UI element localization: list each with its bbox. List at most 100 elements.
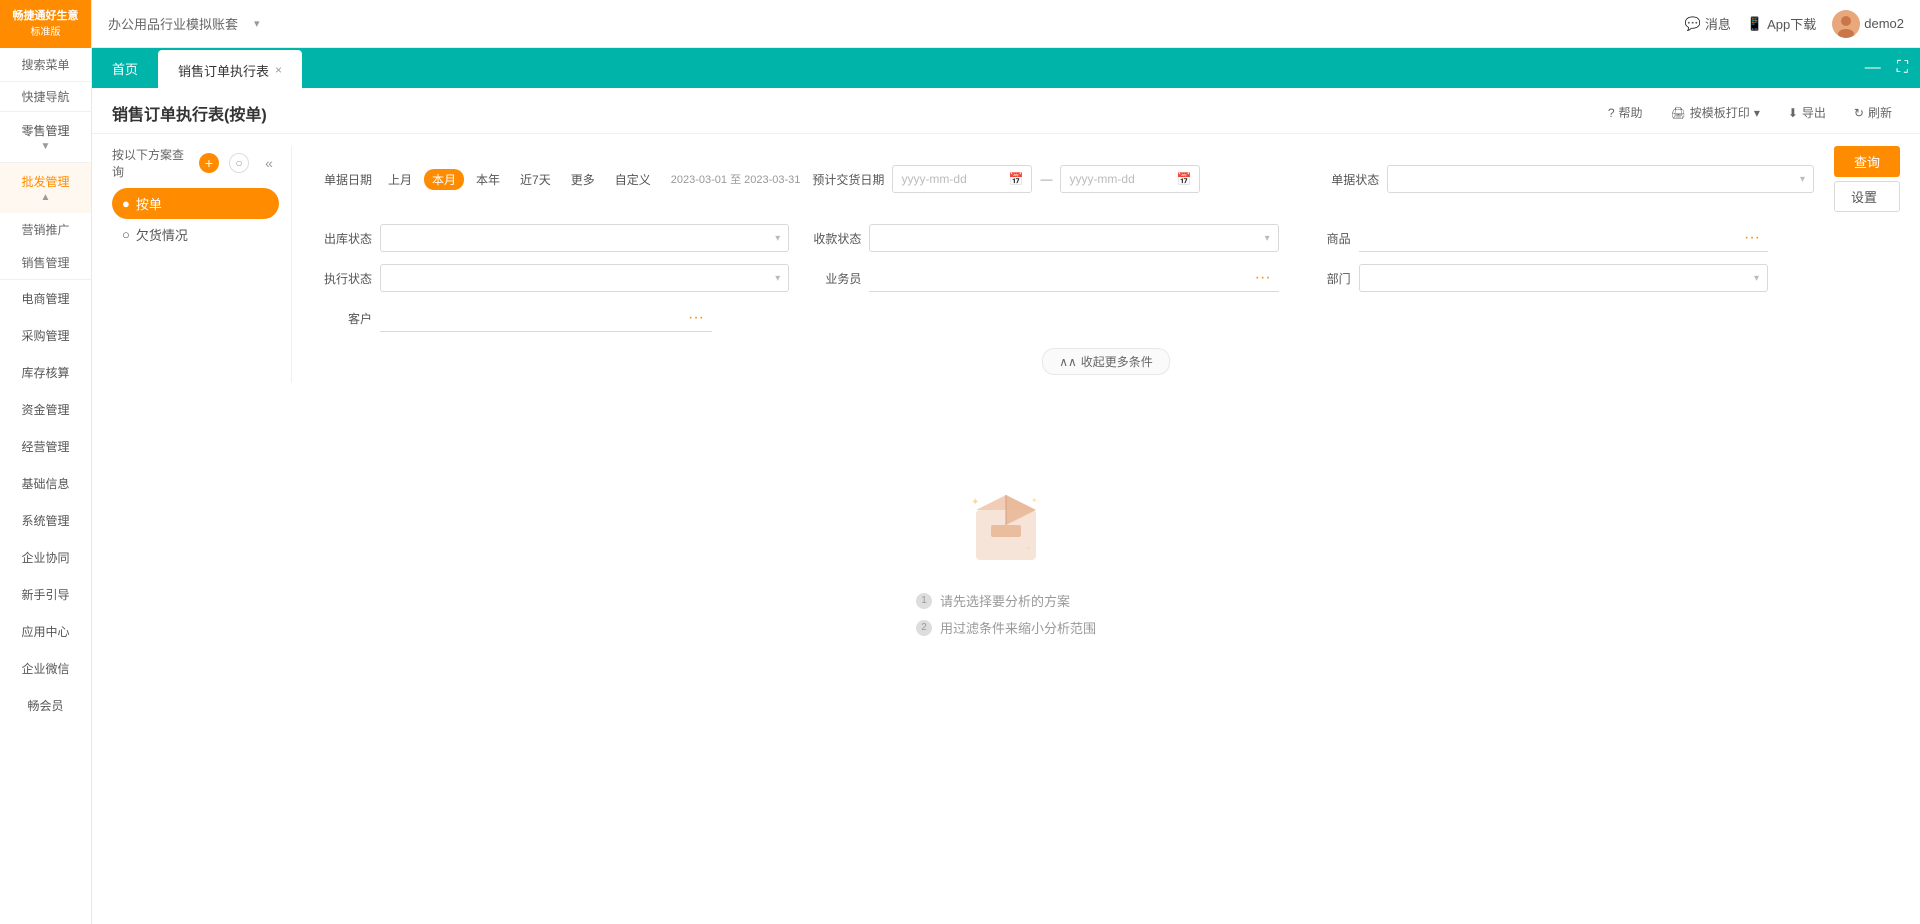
query-button[interactable]: 查询 — [1834, 146, 1900, 177]
salesman-more-btn[interactable]: ··· — [1251, 269, 1275, 287]
tabbar-minimize-icon[interactable]: — — [1861, 55, 1885, 81]
dept-label: 部门 — [1291, 270, 1351, 287]
sidebar-sub-marketing[interactable]: 营销推广 — [0, 213, 91, 246]
tab-home-label: 首页 — [112, 59, 138, 78]
topbar-dropdown-icon[interactable]: ▾ — [254, 17, 260, 30]
outbound-select[interactable]: ▾ — [380, 224, 789, 252]
expected-date-start[interactable]: yyyy-mm-dd 📅 — [892, 165, 1032, 193]
sidebar: 畅捷通好生意 标准版 搜索菜单 快捷导航 零售管理 ▼ 批发管理 ▲ 营销推广 … — [0, 0, 92, 924]
sidebar-item-label: 新手引导 — [21, 586, 69, 603]
calendar-icon: 📅 — [1008, 172, 1023, 186]
settings-button[interactable]: 设置 — [1834, 181, 1900, 212]
tip-num-1: 1 — [916, 593, 932, 609]
salesman-label: 业务员 — [801, 270, 861, 287]
sidebar-item-member[interactable]: 畅会员 — [0, 687, 91, 724]
sidebar-item-purchase[interactable]: 采购管理 — [0, 317, 91, 354]
sidebar-item-finance[interactable]: 资金管理 — [0, 391, 91, 428]
empty-tip-1: 1 请先选择要分析的方案 — [916, 591, 1096, 610]
topbar-user[interactable]: demo2 — [1832, 10, 1904, 38]
tip-text-2: 用过滤条件来缩小分析范围 — [940, 618, 1096, 637]
collapse-more-btn[interactable]: ∧∧ 收起更多条件 — [1042, 348, 1170, 375]
sidebar-item-appcenter[interactable]: 应用中心 — [0, 613, 91, 650]
page-title: 销售订单执行表(按单) — [112, 101, 267, 125]
dept-select[interactable]: ▾ — [1359, 264, 1768, 292]
scheme-icon: ● — [122, 196, 130, 211]
message-label: 消息 — [1705, 14, 1731, 33]
tab-close-icon[interactable]: × — [275, 63, 282, 77]
date-btn-thismonth[interactable]: 本月 — [424, 169, 464, 190]
sidebar-quicknav[interactable]: 快捷导航 — [0, 82, 91, 112]
product-more-btn[interactable]: ··· — [1740, 229, 1764, 247]
scheme-item-by-order[interactable]: ● 按单 — [112, 188, 279, 219]
tip-num-2: 2 — [916, 620, 932, 636]
collapse-row: ∧∧ 收起更多条件 — [312, 344, 1900, 383]
date-btn-7days[interactable]: 近7天 — [512, 169, 559, 190]
main-area: 办公用品行业模拟账套 ▾ 💬 消息 📱 App下载 demo2 首页 销 — [92, 0, 1920, 924]
print-button[interactable]: 🖨 按模板打印 ▾ — [1663, 100, 1768, 125]
sidebar-item-label: 资金管理 — [21, 401, 69, 418]
empty-illustration: ✦ ✦ ✦ — [956, 475, 1056, 575]
date-label: 单据日期 — [312, 171, 372, 188]
exec-label: 执行状态 — [312, 270, 372, 287]
receipt-label: 收款状态 — [801, 230, 861, 247]
receipt-arrow-icon: ▾ — [1265, 233, 1270, 244]
tabbar: 首页 销售订单执行表 × — ⛶ — [92, 48, 1920, 88]
print-label: 按模板打印 — [1690, 104, 1750, 121]
tab-home[interactable]: 首页 — [92, 48, 158, 88]
logo-text-line2: 标准版 — [31, 23, 61, 38]
date-btn-custom[interactable]: 自定义 — [607, 169, 659, 190]
sidebar-item-collab[interactable]: 企业协同 — [0, 539, 91, 576]
sidebar-item-system[interactable]: 系统管理 — [0, 502, 91, 539]
sidebar-item-retail[interactable]: 零售管理 ▼ — [0, 112, 91, 162]
print-icon: 🖨 — [1671, 106, 1686, 120]
date-btn-lastmonth[interactable]: 上月 — [380, 169, 420, 190]
calendar-icon-end: 📅 — [1176, 172, 1191, 186]
sidebar-item-newguide[interactable]: 新手引导 — [0, 576, 91, 613]
sidebar-group-retail: 零售管理 ▼ — [0, 112, 91, 163]
tab-sales-order[interactable]: 销售订单执行表 × — [158, 50, 302, 90]
add-scheme-button[interactable]: + — [199, 153, 219, 173]
sidebar-logo[interactable]: 畅捷通好生意 标准版 — [0, 0, 91, 48]
sidebar-item-basicinfo[interactable]: 基础信息 — [0, 465, 91, 502]
page-actions: ? 帮助 🖨 按模板打印 ▾ ⬇ 导出 ↻ 刷新 — [1600, 100, 1900, 125]
empty-tips: 1 请先选择要分析的方案 2 用过滤条件来缩小分析范围 — [916, 591, 1096, 637]
tabbar-maximize-icon[interactable]: ⛶ — [1893, 55, 1912, 81]
sidebar-item-inventory[interactable]: 库存核算 — [0, 354, 91, 391]
product-label: 商品 — [1291, 230, 1351, 247]
export-button[interactable]: ⬇ 导出 — [1780, 100, 1834, 125]
scheme-item-shortage[interactable]: ○ 欠货情况 — [112, 219, 279, 250]
topbar-message-btn[interactable]: 💬 消息 — [1685, 14, 1731, 33]
customer-more-btn[interactable]: ··· — [684, 309, 708, 327]
sidebar-item-label: 企业协同 — [21, 549, 69, 566]
export-label: 导出 — [1802, 104, 1826, 121]
exec-select[interactable]: ▾ — [380, 264, 789, 292]
date-btn-thisyear[interactable]: 本年 — [468, 169, 508, 190]
sidebar-item-label: 采购管理 — [21, 327, 69, 344]
sidebar-item-operations[interactable]: 经营管理 — [0, 428, 91, 465]
help-button[interactable]: ? 帮助 — [1600, 100, 1651, 125]
filter-row-3: 执行状态 ▾ 业务员 ··· — [312, 264, 1900, 292]
sidebar-item-ecommerce[interactable]: 电商管理 — [0, 280, 91, 317]
topbar-app-btn[interactable]: 📱 App下载 — [1747, 14, 1816, 33]
expected-date-label: 预计交货日期 — [812, 171, 884, 188]
status-select[interactable]: ▾ — [1387, 165, 1814, 193]
sidebar-item-wechat[interactable]: 企业微信 — [0, 650, 91, 687]
page: 销售订单执行表(按单) ? 帮助 🖨 按模板打印 ▾ ⬇ 导出 — [92, 88, 1920, 924]
outbound-label: 出库状态 — [312, 230, 372, 247]
date-btn-more[interactable]: 更多 — [563, 169, 603, 190]
filter-scheme-title-text: 按以下方案查询 — [112, 146, 193, 180]
receipt-select[interactable]: ▾ — [869, 224, 1278, 252]
delete-scheme-button[interactable]: ○ — [229, 153, 249, 173]
refresh-button[interactable]: ↻ 刷新 — [1846, 100, 1900, 125]
status-label: 单据状态 — [1319, 171, 1379, 188]
sidebar-search[interactable]: 搜索菜单 — [0, 48, 91, 82]
collapse-scheme-button[interactable]: « — [259, 153, 279, 173]
topbar-title[interactable]: 办公用品行业模拟账套 — [108, 14, 238, 33]
sidebar-item-label: 基础信息 — [21, 475, 69, 492]
status-arrow-icon: ▾ — [1800, 174, 1805, 185]
tab-sales-label: 销售订单执行表 — [178, 61, 269, 80]
sidebar-item-wholesale[interactable]: 批发管理 ▲ — [0, 163, 91, 213]
filter-right: 单据日期 上月 本月 本年 近7天 更多 自定义 2023-03-01 至 20… — [292, 146, 1900, 383]
expected-date-end[interactable]: yyyy-mm-dd 📅 — [1060, 165, 1200, 193]
sidebar-sub-sales[interactable]: 销售管理 — [0, 246, 91, 279]
